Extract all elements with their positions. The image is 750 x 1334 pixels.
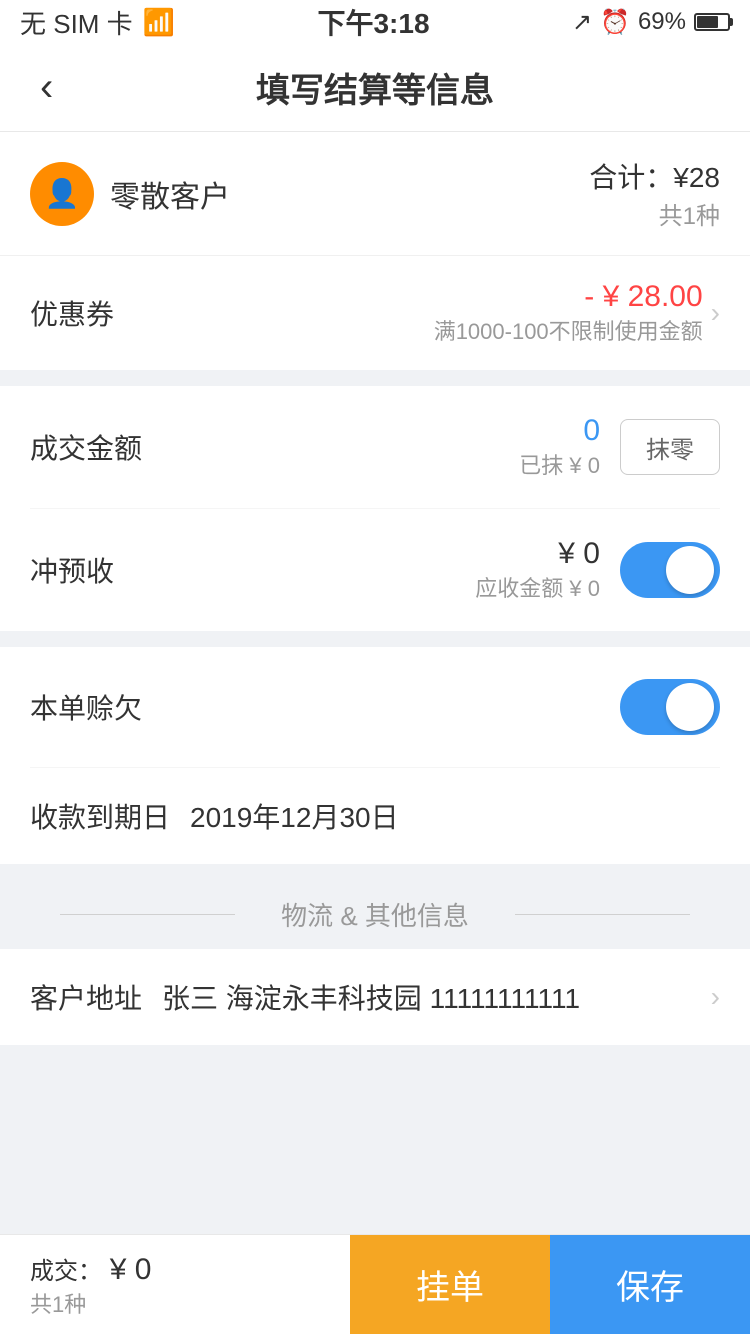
save-button-label: 保存 bbox=[616, 1260, 684, 1309]
carrier-label: 无 SIM 卡 bbox=[20, 4, 133, 41]
customer-left: 👤 零散客户 bbox=[30, 162, 230, 226]
status-right: ↗ ⏰ 69% bbox=[572, 8, 730, 37]
customer-row: 👤 零散客户 合计：¥28 共1种 bbox=[0, 132, 750, 255]
page-title: 填写结算等信息 bbox=[256, 63, 494, 112]
debt-date-label: 收款到期日 bbox=[30, 796, 170, 836]
bottom-deal-count: 共1种 bbox=[30, 1287, 320, 1319]
coupon-amount: - ¥ 28.00 bbox=[434, 280, 703, 314]
divider-wrapper: 物流 & 其他信息 bbox=[0, 896, 750, 933]
battery-label: 69% bbox=[638, 8, 686, 36]
avatar-icon: 👤 bbox=[45, 177, 80, 210]
chevron-right-icon: › bbox=[711, 297, 720, 329]
debt-date-row: 收款到期日 2019年12月30日 bbox=[30, 768, 720, 864]
debt-label: 本单赊欠 bbox=[30, 687, 142, 727]
deal-section: 成交金额 0 已抹 ¥ 0 抹零 冲预收 ¥ 0 应收金额 ¥ 0 bbox=[0, 386, 750, 631]
address-value: 张三 海淀永丰科技园 11111111111 bbox=[162, 977, 580, 1017]
coupon-row[interactable]: 优惠券 - ¥ 28.00 满1000-100不限制使用金额 › bbox=[0, 255, 750, 370]
customer-section: 👤 零散客户 合计：¥28 共1种 优惠券 - ¥ 28.00 满1000-10… bbox=[0, 132, 750, 370]
divider-line-right bbox=[515, 914, 690, 915]
prepay-label: 冲预收 bbox=[30, 550, 114, 590]
prepay-right: ¥ 0 应收金额 ¥ 0 bbox=[475, 537, 720, 603]
back-icon: ‹ bbox=[40, 65, 53, 109]
deal-sub: 已抹 ¥ 0 bbox=[519, 448, 600, 480]
prepay-amount: ¥ 0 bbox=[475, 537, 600, 571]
toggle-circle bbox=[666, 546, 714, 594]
logistics-label: 物流 & 其他信息 bbox=[281, 896, 469, 933]
coupon-right: - ¥ 28.00 满1000-100不限制使用金额 › bbox=[434, 280, 720, 346]
debt-toggle[interactable] bbox=[620, 679, 720, 735]
debt-toggle-row: 本单赊欠 bbox=[30, 647, 720, 768]
avatar: 👤 bbox=[30, 162, 94, 226]
back-button[interactable]: ‹ bbox=[30, 55, 63, 120]
prepay-sub: 应收金额 ¥ 0 bbox=[475, 571, 600, 603]
divider-line-left bbox=[60, 914, 235, 915]
content-area: 👤 零散客户 合计：¥28 共1种 优惠券 - ¥ 28.00 满1000-10… bbox=[0, 132, 750, 1165]
debt-date-value: 2019年12月30日 bbox=[190, 796, 399, 836]
bottom-bar: 成交： ¥ 0 共1种 挂单 保存 bbox=[0, 1234, 750, 1334]
coupon-label: 优惠券 bbox=[30, 293, 114, 333]
coupon-desc: 满1000-100不限制使用金额 bbox=[434, 314, 703, 346]
logistics-divider: 物流 & 其他信息 bbox=[0, 880, 750, 949]
round-zero-button[interactable]: 抹零 bbox=[620, 419, 720, 475]
hang-button[interactable]: 挂单 bbox=[350, 1235, 550, 1334]
bottom-left: 成交： ¥ 0 共1种 bbox=[0, 1251, 350, 1319]
wifi-icon: 📶 bbox=[143, 7, 175, 38]
deal-amount: 0 bbox=[519, 414, 600, 448]
bottom-deal-label: 成交： bbox=[30, 1258, 102, 1285]
address-left: 客户地址 张三 海淀永丰科技园 11111111111 bbox=[30, 977, 580, 1017]
prepay-row: 冲预收 ¥ 0 应收金额 ¥ 0 bbox=[30, 509, 720, 631]
coupon-value-block: - ¥ 28.00 满1000-100不限制使用金额 bbox=[434, 280, 703, 346]
address-chevron-icon: › bbox=[711, 981, 720, 1013]
bottom-deal-line: 成交： ¥ 0 bbox=[30, 1251, 320, 1287]
round-zero-label: 抹零 bbox=[646, 430, 694, 465]
deal-row: 成交金额 0 已抹 ¥ 0 抹零 bbox=[30, 386, 720, 509]
customer-count: 共1种 bbox=[589, 196, 720, 231]
prepay-value-block: ¥ 0 应收金额 ¥ 0 bbox=[475, 537, 600, 603]
customer-right: 合计：¥28 共1种 bbox=[589, 156, 720, 231]
status-bar: 无 SIM 卡 📶 下午3:18 ↗ ⏰ 69% bbox=[0, 0, 750, 44]
alarm-icon: ⏰ bbox=[600, 8, 630, 37]
address-label: 客户地址 bbox=[30, 977, 142, 1017]
hang-button-label: 挂单 bbox=[416, 1260, 484, 1309]
customer-name: 零散客户 bbox=[110, 172, 230, 216]
deal-right: 0 已抹 ¥ 0 抹零 bbox=[519, 414, 720, 480]
customer-total: 合计：¥28 bbox=[589, 156, 720, 196]
nav-bar: ‹ 填写结算等信息 bbox=[0, 44, 750, 132]
save-button[interactable]: 保存 bbox=[550, 1235, 750, 1334]
debt-toggle-circle bbox=[666, 683, 714, 731]
deal-label: 成交金额 bbox=[30, 427, 142, 467]
status-time: 下午3:18 bbox=[317, 2, 429, 42]
battery-icon bbox=[694, 13, 730, 31]
location-icon: ↗ bbox=[572, 8, 592, 37]
status-left: 无 SIM 卡 📶 bbox=[20, 4, 175, 41]
bottom-deal-amount: ¥ 0 bbox=[110, 1253, 152, 1286]
address-section[interactable]: 客户地址 张三 海淀永丰科技园 11111111111 › bbox=[0, 949, 750, 1045]
debt-section: 本单赊欠 收款到期日 2019年12月30日 bbox=[0, 647, 750, 864]
deal-value-block: 0 已抹 ¥ 0 bbox=[519, 414, 600, 480]
prepay-toggle[interactable] bbox=[620, 542, 720, 598]
